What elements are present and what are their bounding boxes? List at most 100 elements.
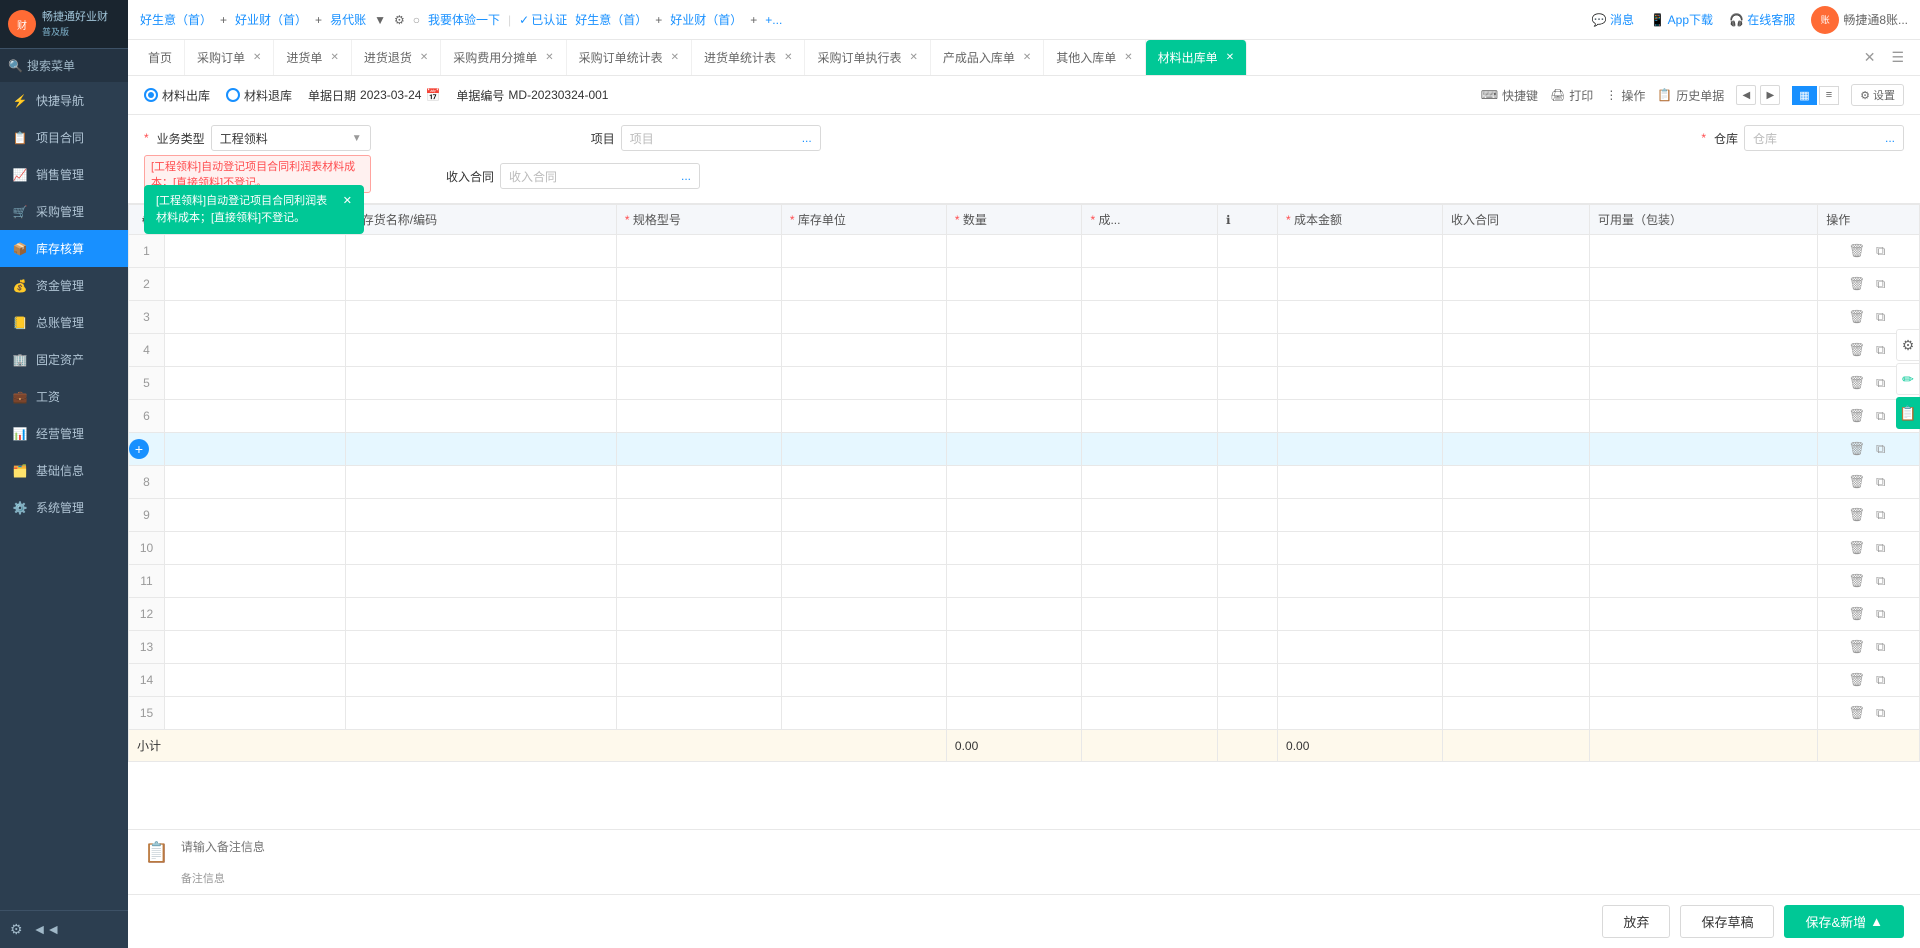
- copy-row-icon[interactable]: ⧉: [1871, 307, 1891, 327]
- cell-project[interactable]: [165, 400, 346, 433]
- cell-available[interactable]: [1589, 697, 1817, 730]
- cell-income-contract[interactable]: [1443, 532, 1590, 565]
- cell-quantity[interactable]: [946, 466, 1082, 499]
- cell-cost-info[interactable]: [1218, 532, 1278, 565]
- cell-available[interactable]: [1589, 367, 1817, 400]
- operation-btn[interactable]: ⋮ 操作: [1605, 87, 1645, 104]
- tab-incoming-close[interactable]: ✕: [330, 52, 338, 63]
- tab-other-in-close[interactable]: ✕: [1124, 52, 1132, 63]
- cell-spec[interactable]: [616, 631, 781, 664]
- tab-purchase-order-close[interactable]: ✕: [253, 52, 261, 63]
- cell-income-contract[interactable]: [1443, 466, 1590, 499]
- copy-row-icon[interactable]: ⧉: [1871, 373, 1891, 393]
- delete-row-icon[interactable]: 🗑: [1847, 637, 1867, 657]
- cell-cost-price[interactable]: [1082, 334, 1218, 367]
- cell-material[interactable]: [345, 466, 616, 499]
- topbar-link2-hsy[interactable]: 好生意（首）: [575, 11, 647, 28]
- cell-cost-amount[interactable]: [1278, 334, 1443, 367]
- cell-project[interactable]: [165, 334, 346, 367]
- delete-row-icon[interactable]: 🗑: [1847, 274, 1867, 294]
- note-input[interactable]: [181, 838, 1904, 866]
- sidebar-item-payroll[interactable]: 💼 工资: [0, 378, 128, 415]
- cell-material[interactable]: [345, 499, 616, 532]
- delete-row-icon[interactable]: 🗑: [1847, 439, 1867, 459]
- copy-row-icon[interactable]: ⧉: [1871, 472, 1891, 492]
- tab-product-in-close[interactable]: ✕: [1023, 52, 1031, 63]
- cell-income-contract[interactable]: [1443, 334, 1590, 367]
- cell-cost-amount[interactable]: [1278, 697, 1443, 730]
- cell-material[interactable]: [345, 565, 616, 598]
- topbar-app[interactable]: 📱 App下载: [1650, 11, 1713, 28]
- tab-incoming-return[interactable]: 进货退货 ✕: [352, 40, 441, 76]
- topbar-message[interactable]: 💬 消息: [1592, 11, 1634, 28]
- copy-row-icon[interactable]: ⧉: [1871, 505, 1891, 525]
- cell-spec[interactable]: [616, 367, 781, 400]
- cell-unit[interactable]: [781, 334, 946, 367]
- cell-material[interactable]: [345, 235, 616, 268]
- cell-cost-amount[interactable]: [1278, 466, 1443, 499]
- cell-cost-info[interactable]: [1218, 565, 1278, 598]
- cell-cost-price[interactable]: [1082, 532, 1218, 565]
- cell-spec[interactable]: [616, 235, 781, 268]
- cell-quantity[interactable]: [946, 367, 1082, 400]
- cell-cost-amount[interactable]: [1278, 400, 1443, 433]
- cell-available[interactable]: [1589, 235, 1817, 268]
- cell-quantity[interactable]: [946, 433, 1082, 466]
- income-contract-dots[interactable]: ...: [681, 169, 691, 183]
- cell-material[interactable]: [345, 433, 616, 466]
- cell-available[interactable]: [1589, 664, 1817, 697]
- cell-quantity[interactable]: [946, 235, 1082, 268]
- cell-unit[interactable]: [781, 367, 946, 400]
- delete-row-icon[interactable]: 🗑: [1847, 307, 1867, 327]
- topbar-link-hsy[interactable]: 好生意（首）: [140, 11, 212, 28]
- float-btn-3[interactable]: 📋: [1896, 397, 1920, 429]
- cell-cost-price[interactable]: [1082, 466, 1218, 499]
- cell-income-contract[interactable]: [1443, 268, 1590, 301]
- cell-available[interactable]: [1589, 598, 1817, 631]
- cell-spec[interactable]: [616, 268, 781, 301]
- th-cost-info[interactable]: ℹ: [1218, 205, 1278, 235]
- settings-btn[interactable]: ⚙ 设置: [1851, 84, 1904, 106]
- topbar-dropdown[interactable]: ▼: [374, 13, 386, 27]
- topbar-link2-more[interactable]: +...: [765, 13, 782, 27]
- cell-project[interactable]: [165, 268, 346, 301]
- cell-cost-price[interactable]: [1082, 697, 1218, 730]
- cell-cost-price[interactable]: [1082, 400, 1218, 433]
- sidebar-item-quicknav[interactable]: ⚡ 快捷导航: [0, 82, 128, 119]
- collapse-btn[interactable]: ◄◄: [33, 921, 61, 938]
- cell-spec[interactable]: [616, 301, 781, 334]
- cell-spec[interactable]: [616, 664, 781, 697]
- radio-material-out[interactable]: 材料出库: [144, 87, 210, 104]
- topbar-link-ydz[interactable]: 易代账: [330, 11, 366, 28]
- cell-material[interactable]: [345, 268, 616, 301]
- cell-cost-price[interactable]: [1082, 565, 1218, 598]
- radio-material-return[interactable]: 材料退库: [226, 87, 292, 104]
- copy-row-icon[interactable]: ⧉: [1871, 274, 1891, 294]
- cell-spec[interactable]: [616, 466, 781, 499]
- cell-unit[interactable]: [781, 433, 946, 466]
- cell-cost-amount[interactable]: [1278, 268, 1443, 301]
- cell-project[interactable]: [165, 301, 346, 334]
- tab-home[interactable]: 首页: [136, 40, 185, 76]
- project-input[interactable]: 项目 ...: [621, 125, 821, 151]
- cell-cost-info[interactable]: [1218, 400, 1278, 433]
- cell-cost-price[interactable]: [1082, 301, 1218, 334]
- table-container[interactable]: ⚙ 项目 * 存货名称/编码 * 规格型号 * 库存单位 * 数量 * 成...…: [128, 204, 1920, 829]
- cell-cost-info[interactable]: [1218, 499, 1278, 532]
- cell-project[interactable]: [165, 631, 346, 664]
- prev-arrow[interactable]: ◀: [1736, 85, 1756, 105]
- cell-project[interactable]: [165, 598, 346, 631]
- topbar-trial-link[interactable]: 我要体验一下: [428, 11, 500, 28]
- cell-income-contract[interactable]: [1443, 301, 1590, 334]
- float-btn-2[interactable]: ✏: [1896, 363, 1920, 395]
- cell-cost-amount[interactable]: [1278, 433, 1443, 466]
- cell-cost-price[interactable]: [1082, 433, 1218, 466]
- cell-cost-amount[interactable]: [1278, 598, 1443, 631]
- cell-project[interactable]: [165, 235, 346, 268]
- cell-quantity[interactable]: [946, 301, 1082, 334]
- cell-project[interactable]: [165, 433, 346, 466]
- delete-row-icon[interactable]: 🗑: [1847, 373, 1867, 393]
- cell-unit[interactable]: [781, 565, 946, 598]
- topbar-settings-icon[interactable]: ⚙: [394, 13, 405, 27]
- cell-available[interactable]: [1589, 334, 1817, 367]
